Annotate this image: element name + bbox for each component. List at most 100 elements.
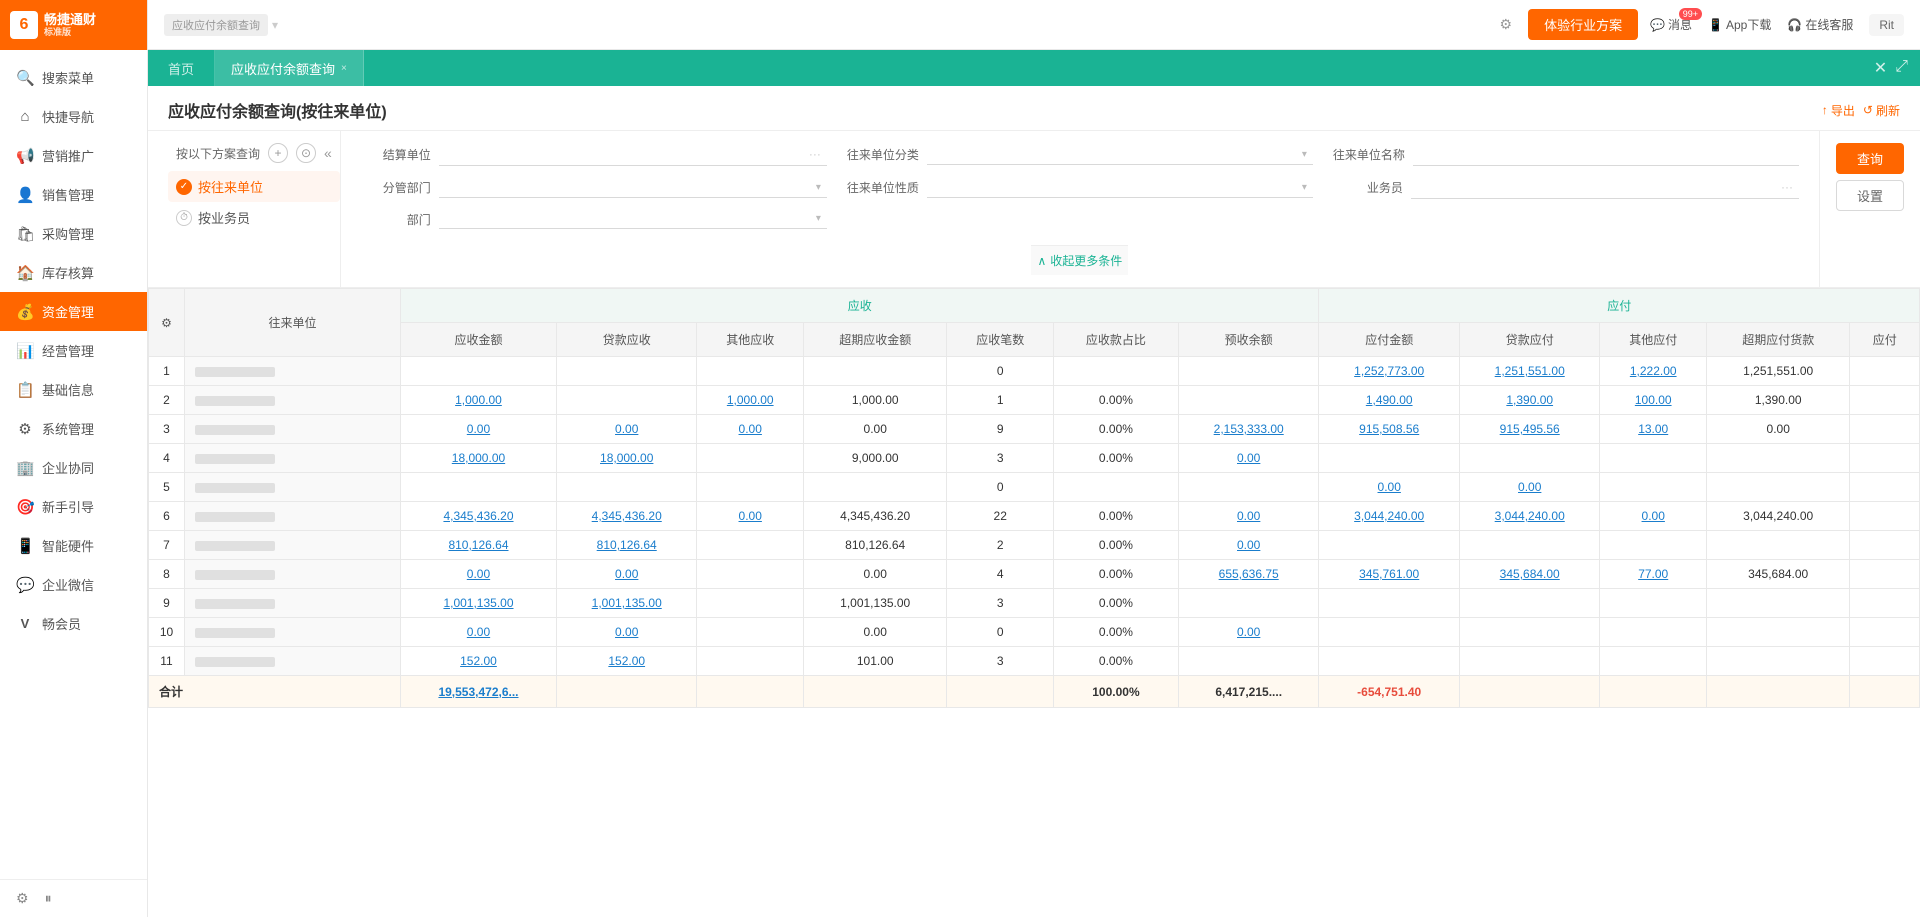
row-pay-amount <box>1319 589 1460 618</box>
filter-collapse-button[interactable]: « <box>324 145 332 161</box>
unit-nature-chevron-icon: ▾ <box>1302 182 1307 193</box>
total-recv: 19,553,472,6... <box>401 676 557 708</box>
row-pay-amount: 1,490.00 <box>1319 386 1460 415</box>
sidebar-item-member[interactable]: V 畅会员 <box>0 604 147 643</box>
refresh-button[interactable]: ↺ 刷新 <box>1863 102 1900 119</box>
row-recv-count: 3 <box>947 589 1053 618</box>
salesperson-input[interactable]: ··· <box>1411 176 1799 199</box>
sidebar-settings-icon[interactable]: ⚙ <box>16 890 29 907</box>
guide-icon: 🎯 <box>16 498 34 516</box>
filter-nav-by-staff[interactable]: ⏱ 按业务员 <box>168 202 340 233</box>
window-expand-icon[interactable]: ⤢ <box>1895 58 1908 78</box>
sidebar-menu: 🔍 搜索菜单 ⌂ 快捷导航 📢 营销推广 👤 销售管理 🛍 采购管理 🏠 库存核… <box>0 50 147 879</box>
sidebar-item-inventory[interactable]: 🏠 库存核算 <box>0 253 147 292</box>
row-pay-amount <box>1319 531 1460 560</box>
row-pay-overdue: 345,684.00 <box>1706 560 1850 589</box>
app-download-button[interactable]: 📱 App下载 <box>1708 16 1771 33</box>
filter-settings-small-button[interactable]: ⊙ <box>296 143 316 163</box>
row-recv-count: 0 <box>947 357 1053 386</box>
unit-nature-select[interactable]: ▾ <box>927 178 1313 198</box>
enterprise-wx-icon: 💬 <box>16 576 34 594</box>
row-pay-other <box>1600 618 1706 647</box>
filter-by-unit-icon: ✓ <box>176 179 192 195</box>
settings-button[interactable]: 设置 <box>1836 180 1904 211</box>
unit-category-select[interactable]: ▾ <box>927 145 1313 165</box>
row-pay-loan <box>1459 531 1600 560</box>
row-recv-other <box>697 560 803 589</box>
tab-close-icon[interactable]: × <box>341 63 347 74</box>
sidebar-item-label: 采购管理 <box>42 224 94 243</box>
total-recv-overdue <box>803 676 947 708</box>
row-num: 11 <box>149 647 185 676</box>
row-pay-overdue: 1,251,551.00 <box>1706 357 1850 386</box>
sidebar-item-purchase[interactable]: 🛍 采购管理 <box>0 214 147 253</box>
sidebar-item-quick-nav[interactable]: ⌂ 快捷导航 <box>0 97 147 136</box>
row-recv-count: 1 <box>947 386 1053 415</box>
row-unit <box>185 647 401 676</box>
sidebar-item-enterprise[interactable]: 🏢 企业协同 <box>0 448 147 487</box>
row-unit <box>185 444 401 473</box>
filter-field-dept: 部门 ▾ <box>361 209 827 229</box>
sidebar-item-label: 库存核算 <box>42 263 94 282</box>
row-num: 10 <box>149 618 185 647</box>
query-button[interactable]: 查询 <box>1836 143 1904 174</box>
sidebar-item-finance[interactable]: 💰 资金管理 <box>0 292 147 331</box>
row-recv-other <box>697 618 803 647</box>
row-pay-overdue: 1,390.00 <box>1706 386 1850 415</box>
header-gear-icon[interactable]: ⚙ <box>1496 12 1517 37</box>
sidebar-item-marketing[interactable]: 📢 营销推广 <box>0 136 147 175</box>
total-recv-other <box>697 676 803 708</box>
sidebar-item-search-menu[interactable]: 🔍 搜索菜单 <box>0 58 147 97</box>
sidebar-item-system[interactable]: ⚙ 系统管理 <box>0 409 147 448</box>
total-recv-count <box>947 676 1053 708</box>
row-unit <box>185 502 401 531</box>
filter-nav-by-unit[interactable]: ✓ 按往来单位 <box>168 171 340 202</box>
user-menu[interactable]: Rit <box>1869 14 1904 36</box>
row-pay-loan <box>1459 618 1600 647</box>
row-recv-ratio: 0.00% <box>1053 618 1178 647</box>
sidebar-item-guide[interactable]: 🎯 新手引导 <box>0 487 147 526</box>
dept-mgr-select[interactable]: ▾ <box>439 178 827 198</box>
online-service-button[interactable]: 🎧 在线客服 <box>1787 16 1853 33</box>
row-unit <box>185 415 401 444</box>
sidebar-item-sales[interactable]: 👤 销售管理 <box>0 175 147 214</box>
row-recv-other: 1,000.00 <box>697 386 803 415</box>
row-recv-other <box>697 589 803 618</box>
filter-by-staff-icon: ⏱ <box>176 210 192 226</box>
sidebar-item-enterprise-wx[interactable]: 💬 企业微信 <box>0 565 147 604</box>
page-header: 应收应付余额查询(按往来单位) ↑ 导出 ↺ 刷新 <box>148 86 1920 131</box>
settlement-unit-input[interactable]: ··· <box>439 143 827 166</box>
sidebar-item-label: 新手引导 <box>42 497 94 516</box>
row-pay-extra <box>1850 531 1920 560</box>
row-pay-extra <box>1850 618 1920 647</box>
tab-ar-ap-query[interactable]: 应收应付余额查询 × <box>215 50 364 86</box>
total-recv-loan <box>556 676 697 708</box>
sidebar-item-label: 资金管理 <box>42 302 94 321</box>
unit-category-chevron-icon: ▾ <box>1302 149 1307 160</box>
tab-home[interactable]: 首页 <box>148 50 215 86</box>
trial-button[interactable]: 体验行业方案 <box>1528 9 1638 40</box>
filter-scheme-label: 按以下方案查询 <box>176 145 260 162</box>
sidebar-item-smart-hw[interactable]: 📱 智能硬件 <box>0 526 147 565</box>
row-pay-other: 100.00 <box>1600 386 1706 415</box>
export-button[interactable]: ↑ 导出 <box>1822 102 1855 119</box>
sidebar-item-base-info[interactable]: 📋 基础信息 <box>0 370 147 409</box>
dept-select[interactable]: ▾ <box>439 209 827 229</box>
messages-button[interactable]: 💬 消息 99+ <box>1650 16 1692 33</box>
sidebar-item-operations[interactable]: 📊 经营管理 <box>0 331 147 370</box>
table-row: 11 152.00 152.00 101.00 3 0.00% <box>149 647 1920 676</box>
collapse-more-button[interactable]: ∧ 收起更多条件 <box>1031 245 1128 275</box>
window-close-icon[interactable]: ✕ <box>1874 58 1887 78</box>
nav-item[interactable]: 应收应付余额查询 <box>164 14 268 36</box>
table-header-settings[interactable]: ⚙ <box>149 289 185 357</box>
row-recv-overdue: 9,000.00 <box>803 444 947 473</box>
unit-name-input[interactable] <box>1413 143 1799 166</box>
row-num: 4 <box>149 444 185 473</box>
sidebar-collapse-icon[interactable]: ⏸ <box>45 890 52 907</box>
row-pay-overdue <box>1706 647 1850 676</box>
app-icon: 📱 <box>1708 18 1723 32</box>
row-recv-overdue: 4,345,436.20 <box>803 502 947 531</box>
filter-add-button[interactable]: + <box>268 143 288 163</box>
row-pay-loan: 345,684.00 <box>1459 560 1600 589</box>
table-header-unit: 往来单位 <box>185 289 401 357</box>
